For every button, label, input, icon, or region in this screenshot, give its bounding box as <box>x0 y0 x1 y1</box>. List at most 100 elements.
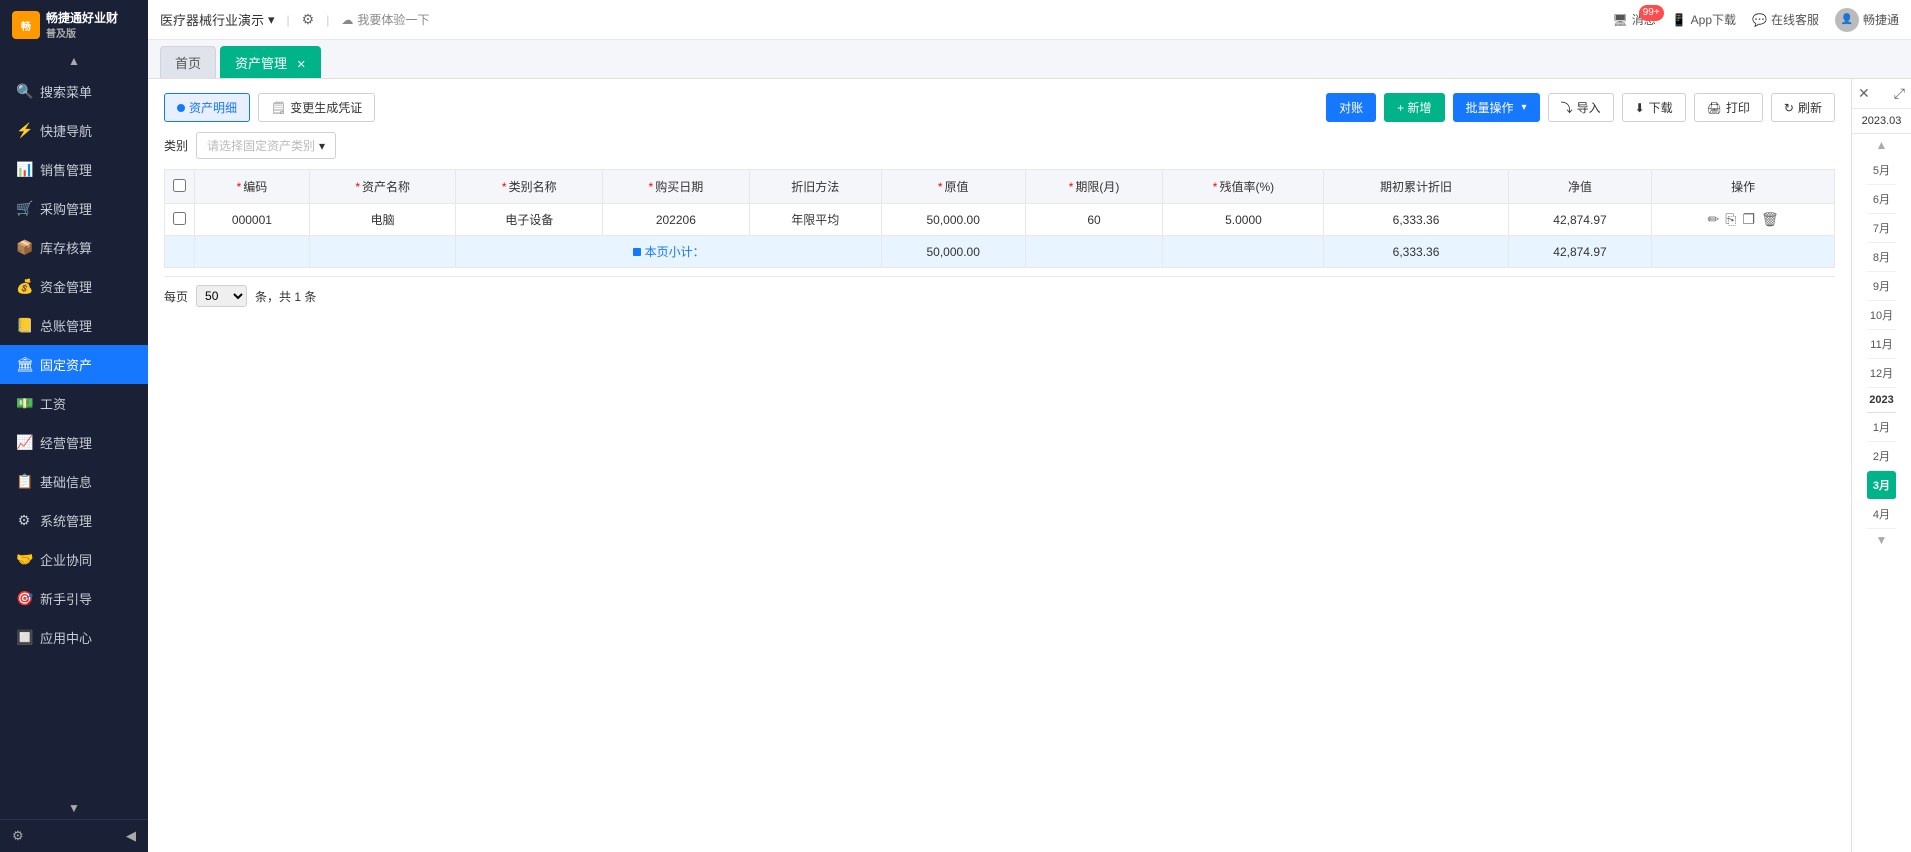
col-residual-rate: *残值率(%) <box>1163 170 1324 204</box>
new-label: + 新增 <box>1397 99 1431 116</box>
sidebar-item-collab[interactable]: 🤝企业协同 <box>0 540 148 579</box>
content-area: 资产明细 🗒 变更生成凭证 对账 + 新增 批量操作 ▾ <box>148 79 1911 852</box>
rp-expand-icon[interactable]: ⤢ <box>1894 85 1905 102</box>
collapse-icon[interactable]: ◀ <box>126 828 136 844</box>
topbar-app-download[interactable]: 📱 App下载 <box>1672 11 1736 28</box>
topbar-online-service[interactable]: 💬 在线客服 <box>1752 11 1819 28</box>
topbar-experience[interactable]: ☁ 我要体验一下 <box>341 11 429 28</box>
sidebar-item-ledger[interactable]: 📒总账管理 <box>0 306 148 345</box>
right-panel-header: ✕ ⤢ <box>1852 79 1911 109</box>
sidebar-scroll-down[interactable]: ▼ <box>0 797 148 819</box>
refresh-icon: ↻ <box>1784 101 1794 115</box>
sidebar-item-apps[interactable]: 🔲应用中心 <box>0 618 148 657</box>
row-net-value-0: 42,874.97 <box>1508 204 1652 236</box>
edit-icon-0[interactable]: ✏ <box>1708 211 1720 228</box>
sidebar-item-ops[interactable]: 📈经营管理 <box>0 423 148 462</box>
rp-scroll-up[interactable]: ▲ <box>1867 134 1895 156</box>
tabs-bar: 首页 资产管理 ✕ <box>148 40 1911 79</box>
duplicate-icon-0[interactable]: ❐ <box>1742 211 1755 228</box>
topbar-user[interactable]: 👤 畅捷通 <box>1835 8 1899 32</box>
sidebar-item-purchase[interactable]: 🛒采购管理 <box>0 189 148 228</box>
col-purchase-date: *购买日期 <box>603 170 750 204</box>
dot-icon <box>177 104 185 112</box>
right-panel-months: ▲5月6月7月8月9月10月11月12月20231月2月3月4月▼ <box>1867 134 1895 551</box>
select-all-checkbox[interactable] <box>173 179 186 192</box>
import-button[interactable]: ⤵ 导入 <box>1548 93 1614 122</box>
sidebar-item-quicknav[interactable]: ⚡快捷导航 <box>0 111 148 150</box>
avatar: 👤 <box>1835 8 1859 32</box>
right-panel: ✕ ⤢ 2023.03 ▲5月6月7月8月9月10月11月12月20231月2月… <box>1851 79 1911 852</box>
batch-button[interactable]: 批量操作 ▾ <box>1453 93 1540 122</box>
month-item[interactable]: 8月 <box>1867 243 1895 272</box>
rp-scroll-down[interactable]: ▼ <box>1867 529 1895 551</box>
refresh-button[interactable]: ↻ 刷新 <box>1771 93 1835 122</box>
sidebar-item-guide[interactable]: 🎯新手引导 <box>0 579 148 618</box>
sidebar-item-fixed-assets[interactable]: 🏛固定资产 <box>0 345 148 384</box>
sidebar-label-basic: 基础信息 <box>40 472 92 491</box>
table-body: 000001 电脑 电子设备 202206 年限平均 50,000.00 60 … <box>165 204 1835 268</box>
year-label: 2023.03 <box>1852 109 1911 134</box>
topbar-company[interactable]: 医疗器械行业演示 ▾ <box>160 10 275 29</box>
new-button[interactable]: + 新增 <box>1384 93 1444 122</box>
app-download-icon: 📱 <box>1672 13 1687 27</box>
company-dropdown-icon: ▾ <box>268 12 275 28</box>
tab-asset-mgmt[interactable]: 资产管理 ✕ <box>220 46 321 78</box>
sidebar-label-fixed-assets: 固定资产 <box>40 355 92 374</box>
sidebar-item-inventory[interactable]: 📦库存核算 <box>0 228 148 267</box>
sidebar-scroll-up[interactable]: ▲ <box>0 50 148 72</box>
sidebar-item-sales[interactable]: 📊销售管理 <box>0 150 148 189</box>
sub-tab-change-voucher-label: 变更生成凭证 <box>290 99 362 116</box>
row-checkbox-0[interactable] <box>165 204 195 236</box>
row-purchase-date-0: 202206 <box>603 204 750 236</box>
app-download-label: App下载 <box>1691 11 1736 28</box>
service-label: 在线客服 <box>1771 11 1819 28</box>
month-item[interactable]: 6月 <box>1867 185 1895 214</box>
copy-icon-0[interactable]: ⎘ <box>1725 211 1736 228</box>
sidebar-item-payroll[interactable]: 💵工资 <box>0 384 148 423</box>
sidebar-icon-apps: 🔲 <box>16 629 32 646</box>
print-button[interactable]: 🖨 打印 <box>1694 93 1763 122</box>
logo-title: 畅捷通好业财 <box>46 11 118 25</box>
month-item[interactable]: 7月 <box>1867 214 1895 243</box>
category-dropdown[interactable]: 请选择固定资产类别 ▾ <box>196 132 336 159</box>
tab-home-label: 首页 <box>175 56 201 71</box>
logo-icon: 畅 <box>12 11 40 39</box>
sidebar-item-system[interactable]: ⚙系统管理 <box>0 501 148 540</box>
month-item[interactable]: 5月 <box>1867 156 1895 185</box>
sidebar-item-basic[interactable]: 📋基础信息 <box>0 462 148 501</box>
sub-tab-change-voucher[interactable]: 🗒 变更生成凭证 <box>258 93 375 122</box>
reconcile-button[interactable]: 对账 <box>1326 93 1376 122</box>
tab-home[interactable]: 首页 <box>160 46 216 78</box>
month-item[interactable]: 2月 <box>1867 442 1895 471</box>
topbar-gear-icon[interactable]: ⚙ <box>302 11 315 28</box>
rp-close-icon[interactable]: ✕ <box>1858 85 1870 102</box>
delete-icon-0[interactable]: 🗑 <box>1761 211 1779 228</box>
sidebar-label-collab: 企业协同 <box>40 550 92 569</box>
row-check-0[interactable] <box>173 212 186 225</box>
row-original-value-0: 50,000.00 <box>881 204 1025 236</box>
user-name: 畅捷通 <box>1863 11 1899 28</box>
main-content: 资产明细 🗒 变更生成凭证 对账 + 新增 批量操作 ▾ <box>148 79 1851 852</box>
per-page-select[interactable]: 50 20 100 <box>196 285 247 307</box>
year-marker: 2023 <box>1867 388 1895 413</box>
batch-label: 批量操作 <box>1466 99 1514 116</box>
month-item[interactable]: 1月 <box>1867 413 1895 442</box>
print-label: 打印 <box>1726 99 1750 116</box>
import-label: 导入 <box>1577 99 1601 116</box>
download-button[interactable]: ⬇ 下载 <box>1622 93 1686 122</box>
month-item[interactable]: 11月 <box>1867 330 1895 359</box>
month-item-current[interactable]: 3月 <box>1867 471 1895 500</box>
topbar-messages[interactable]: 🖥 消息 99+ <box>1612 11 1655 28</box>
row-category-0: 电子设备 <box>456 204 603 236</box>
tab-asset-mgmt-close[interactable]: ✕ <box>297 59 306 71</box>
filter-row: 类别 请选择固定资产类别 ▾ <box>164 132 1835 159</box>
month-item[interactable]: 12月 <box>1867 359 1895 388</box>
sidebar-item-search[interactable]: 🔍搜索菜单 <box>0 72 148 111</box>
month-item[interactable]: 4月 <box>1867 500 1895 529</box>
sub-tab-asset-detail[interactable]: 资产明细 <box>164 93 250 122</box>
logo-sub: 普及版 <box>46 25 118 40</box>
month-item[interactable]: 9月 <box>1867 272 1895 301</box>
settings-icon[interactable]: ⚙ <box>12 828 24 844</box>
sidebar-item-funds[interactable]: 💰资金管理 <box>0 267 148 306</box>
month-item[interactable]: 10月 <box>1867 301 1895 330</box>
